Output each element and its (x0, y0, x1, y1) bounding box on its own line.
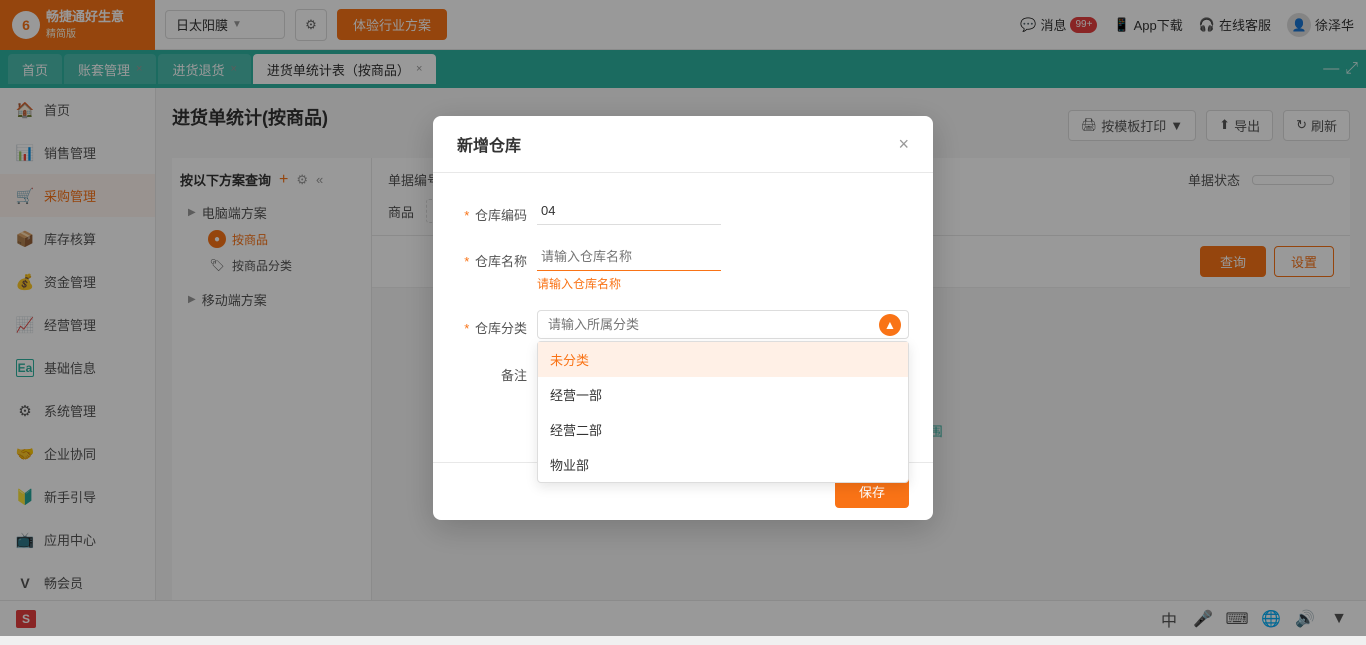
form-label-note: 备注 (457, 357, 527, 384)
dropdown-arrow-icon[interactable]: ▲ (879, 314, 901, 336)
warehouse-name-error: 请输入仓库名称 (537, 275, 909, 292)
dropdown-item-1[interactable]: 经营一部 (538, 377, 908, 412)
dropdown-item-0[interactable]: 未分类 (538, 342, 908, 377)
form-input-wrap-code (537, 197, 909, 225)
category-dropdown-input[interactable] (537, 310, 909, 339)
dropdown-item-2[interactable]: 经营二部 (538, 412, 908, 447)
warehouse-name-input[interactable] (537, 243, 721, 271)
form-row-category: * 仓库分类 ▲ 未分类 经营一部 经营二部 物业部 (457, 310, 909, 339)
form-row-name: * 仓库名称 请输入仓库名称 (457, 243, 909, 292)
new-warehouse-modal: 新增仓库 × * 仓库编码 * 仓库名称 (433, 116, 933, 520)
modal-header: 新增仓库 × (433, 116, 933, 173)
dropdown-menu-category: 未分类 经营一部 经营二部 物业部 (537, 341, 909, 483)
form-label-code: * 仓库编码 (457, 197, 527, 224)
form-label-category: * 仓库分类 (457, 310, 527, 337)
dropdown-item-3[interactable]: 物业部 (538, 447, 908, 482)
modal-close-icon[interactable]: × (898, 134, 909, 155)
modal-body: * 仓库编码 * 仓库名称 请输入仓库名称 (433, 173, 933, 462)
form-label-name: * 仓库名称 (457, 243, 527, 270)
dropdown-wrap-category: ▲ 未分类 经营一部 经营二部 物业部 (537, 310, 909, 339)
form-input-wrap-name: 请输入仓库名称 (537, 243, 909, 292)
required-star-code: * (464, 208, 469, 223)
form-row-code: * 仓库编码 (457, 197, 909, 225)
warehouse-code-input[interactable] (537, 197, 721, 225)
modal-title: 新增仓库 (457, 132, 521, 156)
required-star-category: * (464, 321, 469, 336)
modal-overlay[interactable]: 新增仓库 × * 仓库编码 * 仓库名称 (0, 0, 1366, 636)
required-star-name: * (464, 254, 469, 269)
